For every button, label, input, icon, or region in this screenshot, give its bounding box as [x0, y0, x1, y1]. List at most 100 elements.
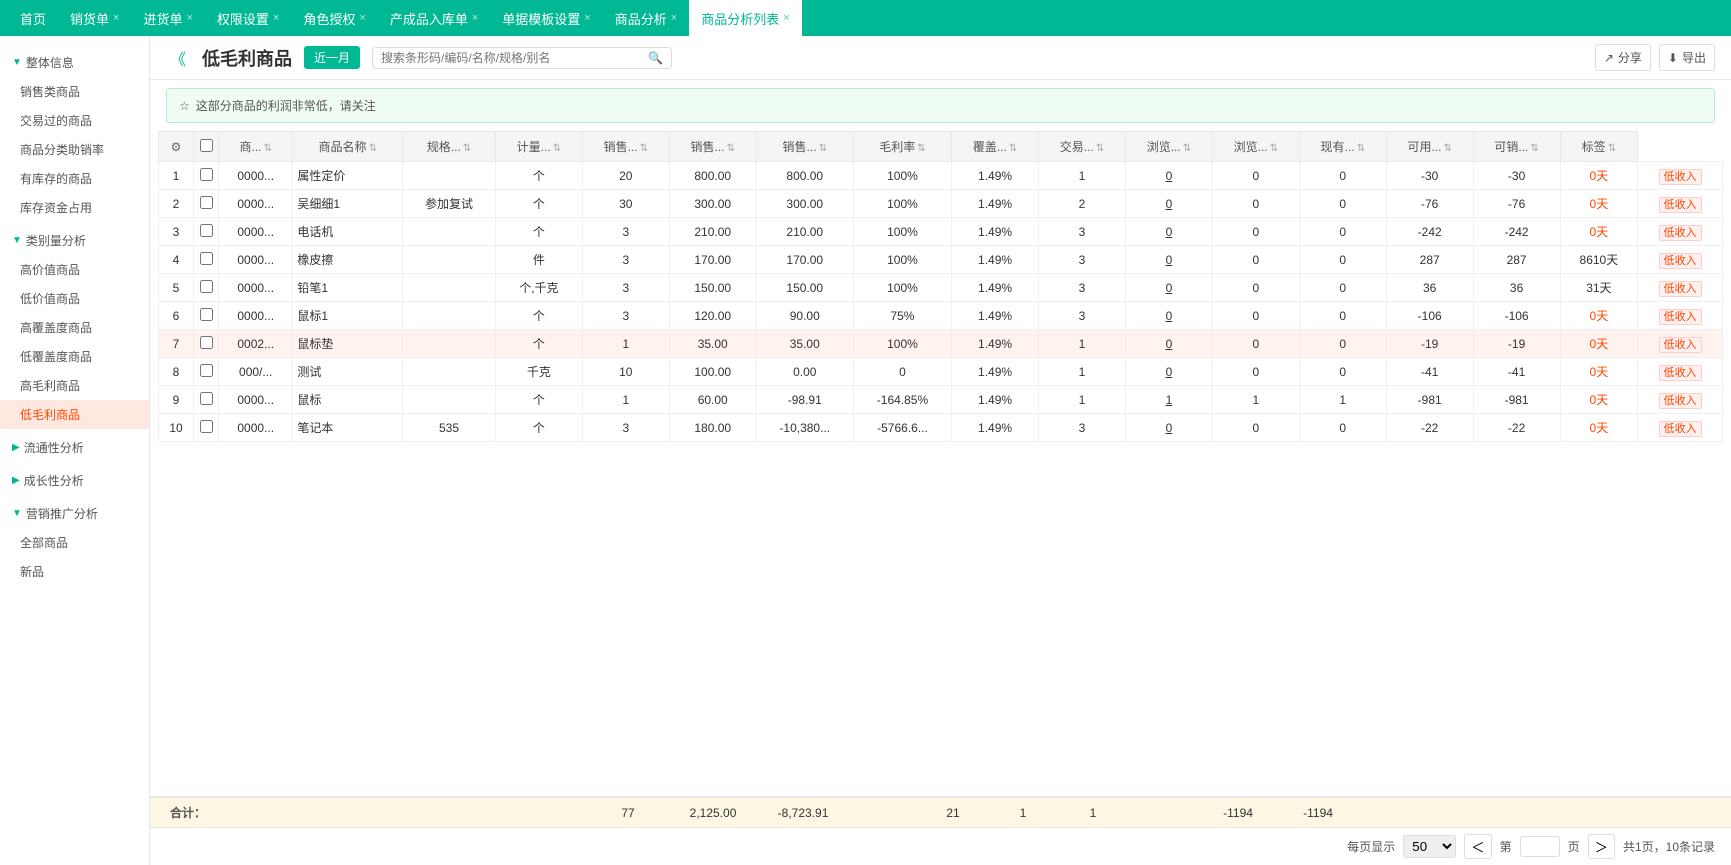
nav-roles-close[interactable]: ×	[359, 12, 365, 24]
nav-template[interactable]: 单据模板设置 ×	[490, 0, 602, 36]
sidebar-item-high-margin[interactable]: 高毛利商品	[0, 371, 149, 400]
select-all-checkbox[interactable]	[200, 139, 213, 152]
row-checkbox[interactable]	[200, 224, 213, 237]
row-checkbox[interactable]	[200, 364, 213, 377]
share-button[interactable]: ↗ 分享	[1595, 44, 1651, 71]
col-header-deal[interactable]: 交易...⇅	[1039, 132, 1126, 162]
sidebar-section-category-title[interactable]: ▼ 类别量分析	[0, 226, 149, 255]
sidebar-item-sales-category[interactable]: 销售类商品	[0, 77, 149, 106]
row-deal[interactable]: 0	[1125, 190, 1212, 218]
sidebar-item-new-products[interactable]: 新品	[0, 557, 149, 586]
nav-product-entry[interactable]: 产成品入库单 ×	[378, 0, 490, 36]
nav-purchase[interactable]: 进货单 ×	[131, 0, 204, 36]
nav-home[interactable]: 首页	[8, 0, 58, 36]
table-row: 10 0000... 笔记本 535 个 3 180.00 -10,380...…	[159, 414, 1723, 442]
row-deal[interactable]: 0	[1125, 246, 1212, 274]
row-checkbox-cell[interactable]	[194, 414, 219, 442]
next-page-button[interactable]: ＞	[1588, 834, 1615, 859]
row-deal[interactable]: 0	[1125, 302, 1212, 330]
collapse-sidebar-button[interactable]: 《	[166, 46, 190, 70]
per-page-select[interactable]: 50 100 200	[1403, 835, 1456, 858]
row-checkbox-cell[interactable]	[194, 218, 219, 246]
sidebar-item-high-coverage[interactable]: 高覆盖度商品	[0, 313, 149, 342]
col-header-available[interactable]: 可用...⇅	[1386, 132, 1473, 162]
col-header-spec[interactable]: 规格...⇅	[403, 132, 496, 162]
col-header-settings[interactable]: ⚙	[159, 132, 194, 162]
sidebar-section-marketing-title[interactable]: ▼ 营销推广分析	[0, 499, 149, 528]
nav-sales[interactable]: 销货单 ×	[58, 0, 131, 36]
row-checkbox-cell[interactable]	[194, 302, 219, 330]
row-checkbox[interactable]	[200, 252, 213, 265]
col-header-name[interactable]: 商品名称⇅	[293, 132, 403, 162]
search-icon[interactable]: 🔍	[648, 51, 663, 65]
sidebar-item-in-stock[interactable]: 有库存的商品	[0, 164, 149, 193]
sidebar-item-low-value[interactable]: 低价值商品	[0, 284, 149, 313]
row-checkbox[interactable]	[200, 168, 213, 181]
sidebar-item-low-coverage[interactable]: 低覆盖度商品	[0, 342, 149, 371]
col-header-sale-price[interactable]: 销售...⇅	[669, 132, 756, 162]
row-checkbox-cell[interactable]	[194, 358, 219, 386]
row-checkbox-cell[interactable]	[194, 274, 219, 302]
sidebar-item-traded[interactable]: 交易过的商品	[0, 106, 149, 135]
col-header-qty[interactable]: 销售...⇅	[582, 132, 669, 162]
row-deal[interactable]: 0	[1125, 330, 1212, 358]
page-title: 低毛利商品	[202, 45, 292, 71]
nav-purchase-close[interactable]: ×	[186, 12, 192, 24]
row-deal[interactable]: 0	[1125, 274, 1212, 302]
row-deal[interactable]: 0	[1125, 358, 1212, 386]
sidebar-item-stock-capital[interactable]: 库存资金占用	[0, 193, 149, 222]
nav-product-analysis-list[interactable]: 商品分析列表 ×	[689, 0, 801, 36]
row-checkbox[interactable]	[200, 336, 213, 349]
row-browse2: 1	[1299, 386, 1386, 414]
prev-page-button[interactable]: ＜	[1464, 834, 1491, 859]
export-button[interactable]: ⬇ 导出	[1659, 44, 1715, 71]
page-input[interactable]: 1	[1520, 836, 1560, 857]
nav-permissions[interactable]: 权限设置 ×	[205, 0, 291, 36]
col-header-margin[interactable]: 毛利率⇅	[853, 132, 951, 162]
row-deal[interactable]: 1	[1125, 386, 1212, 414]
row-checkbox[interactable]	[200, 392, 213, 405]
row-checkbox[interactable]	[200, 280, 213, 293]
nav-template-close[interactable]: ×	[584, 12, 590, 24]
row-checkbox-cell[interactable]	[194, 330, 219, 358]
row-spec	[403, 274, 496, 302]
nav-sales-close[interactable]: ×	[113, 12, 119, 24]
col-header-coverage[interactable]: 覆盖...⇅	[952, 132, 1039, 162]
row-checkbox-cell[interactable]	[194, 246, 219, 274]
sidebar-item-low-margin[interactable]: 低毛利商品	[0, 400, 149, 429]
row-checkbox[interactable]	[200, 196, 213, 209]
settings-icon[interactable]: ⚙	[171, 140, 182, 154]
nav-list-close[interactable]: ×	[783, 12, 789, 24]
sidebar-item-high-value[interactable]: 高价值商品	[0, 255, 149, 284]
row-checkbox-cell[interactable]	[194, 162, 219, 190]
col-header-browse2[interactable]: 浏览...⇅	[1212, 132, 1299, 162]
col-header-sale-amount[interactable]: 销售...⇅	[756, 132, 853, 162]
row-deal[interactable]: 0	[1125, 414, 1212, 442]
col-header-tag[interactable]: 标签⇅	[1560, 132, 1638, 162]
row-checkbox[interactable]	[200, 308, 213, 321]
col-header-code[interactable]: 商...⇅	[219, 132, 293, 162]
nav-product-entry-close[interactable]: ×	[472, 12, 478, 24]
row-deal[interactable]: 0	[1125, 162, 1212, 190]
col-header-checkbox[interactable]	[194, 132, 219, 162]
nav-permissions-close[interactable]: ×	[273, 12, 279, 24]
sidebar-item-category-sales-rate[interactable]: 商品分类助销率	[0, 135, 149, 164]
col-header-browse1[interactable]: 浏览...⇅	[1125, 132, 1212, 162]
row-checkbox-cell[interactable]	[194, 386, 219, 414]
footer-qty: 77	[588, 806, 668, 820]
sidebar-section-liquidity-title[interactable]: ▶ 流通性分析	[0, 433, 149, 462]
nav-roles[interactable]: 角色授权 ×	[291, 0, 377, 36]
sidebar-section-growth-title[interactable]: ▶ 成长性分析	[0, 466, 149, 495]
nav-analysis-close[interactable]: ×	[671, 12, 677, 24]
col-header-sellable[interactable]: 可销...⇅	[1473, 132, 1560, 162]
date-filter-button[interactable]: 近一月	[304, 46, 360, 69]
row-checkbox-cell[interactable]	[194, 190, 219, 218]
sidebar-item-all-products[interactable]: 全部商品	[0, 528, 149, 557]
row-checkbox[interactable]	[200, 420, 213, 433]
nav-product-analysis[interactable]: 商品分析 ×	[603, 0, 689, 36]
search-input[interactable]	[381, 51, 644, 65]
row-deal[interactable]: 0	[1125, 218, 1212, 246]
col-header-unit[interactable]: 计量...⇅	[495, 132, 582, 162]
col-header-stock[interactable]: 现有...⇅	[1299, 132, 1386, 162]
sidebar-section-overall-title[interactable]: ▼ 整体信息	[0, 48, 149, 77]
